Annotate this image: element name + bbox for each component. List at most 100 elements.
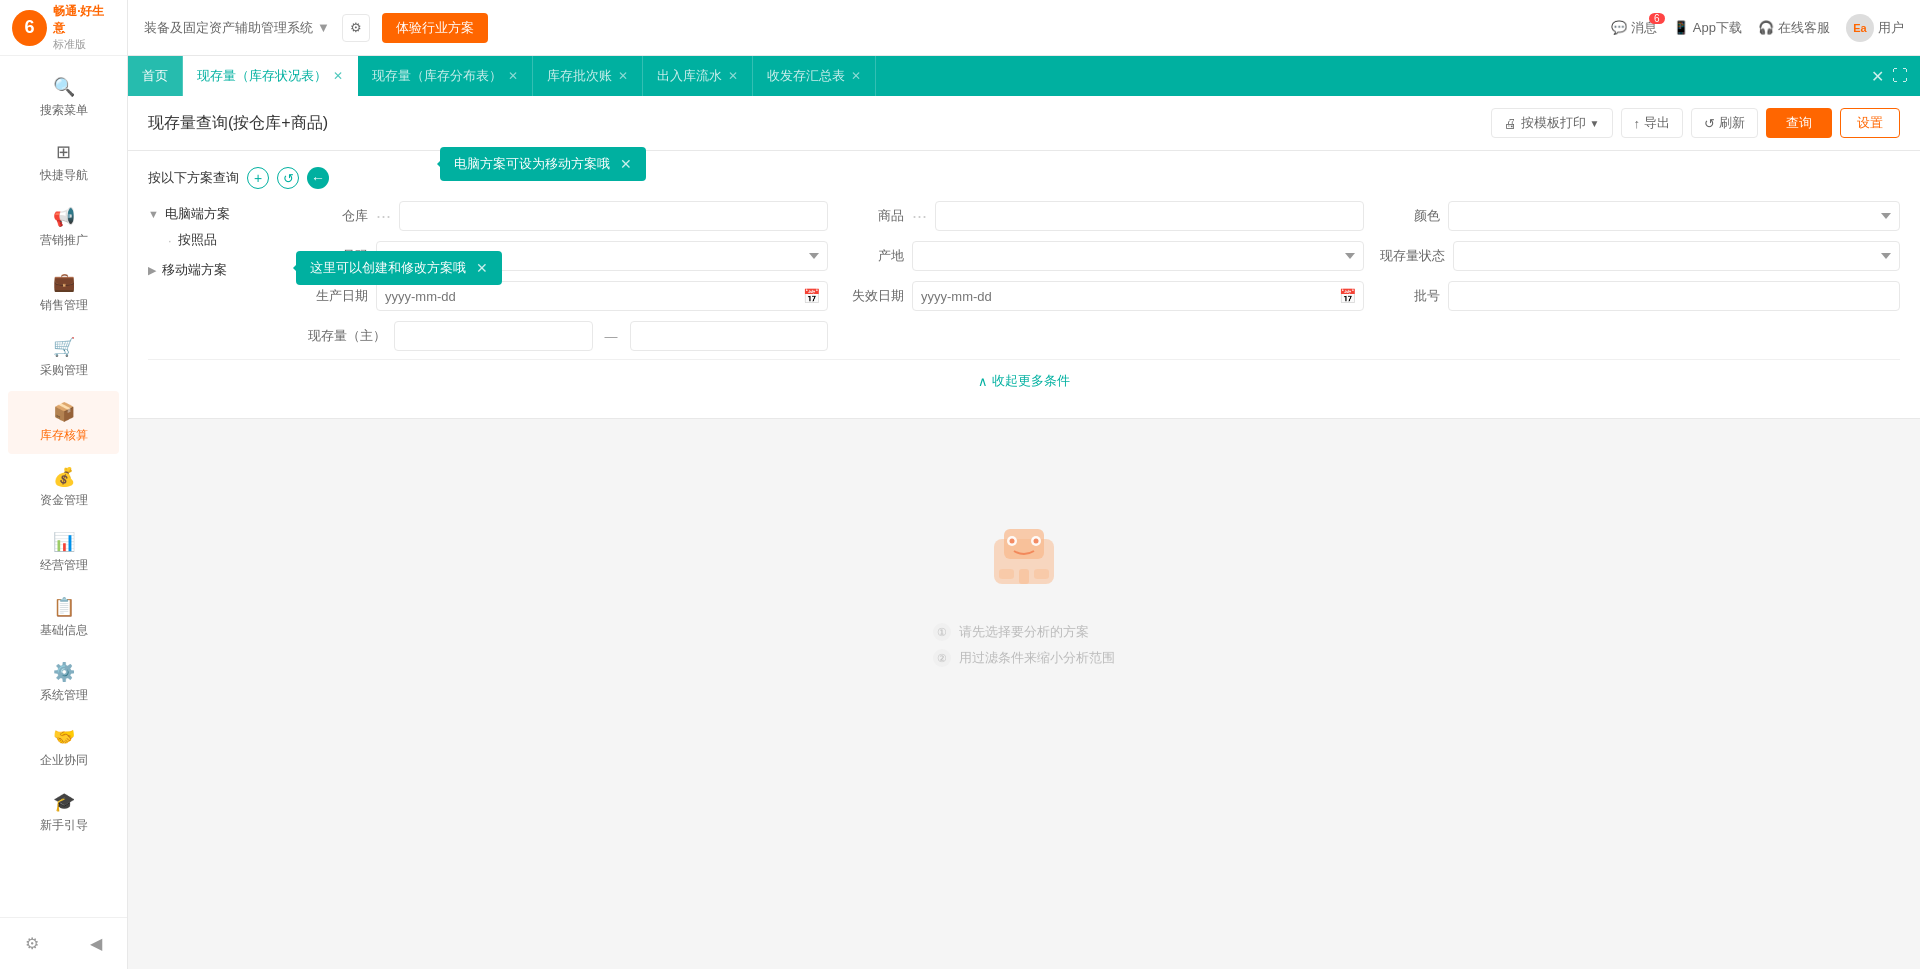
user-button[interactable]: Ea 用户 [1846, 14, 1904, 42]
sidebar-item-marketing[interactable]: 📢 营销推广 [8, 196, 119, 259]
goods-input[interactable] [935, 201, 1364, 231]
expire-date-from-input[interactable] [912, 281, 1364, 311]
page-actions: 🖨 按模板打印 ▼ ↑ 导出 ↺ 刷新 查询 设置 [1491, 108, 1900, 138]
tab-maximize-btn[interactable]: ⛶ [1892, 67, 1908, 85]
logo-line1: 畅通·好生意 [53, 3, 115, 37]
scheme-mobile[interactable]: ▶ 移动端方案 [148, 257, 288, 283]
system-selector[interactable]: 装备及固定资产辅助管理系统 ▼ [144, 19, 330, 37]
tab-inventory-dist[interactable]: 现存量（库存分布表） ✕ [358, 56, 533, 96]
system-name: 装备及固定资产辅助管理系统 [144, 19, 313, 37]
sidebar-item-enterprise-label: 企业协同 [40, 752, 88, 769]
tab-close-all-btn[interactable]: ✕ [1871, 67, 1884, 86]
page-title: 现存量查询(按仓库+商品) [148, 113, 328, 134]
tab-inventory-status-close[interactable]: ✕ [333, 69, 343, 83]
support-button[interactable]: 🎧 在线客服 [1758, 19, 1830, 37]
sidebar-item-enterprise[interactable]: 🤝 企业协同 [8, 716, 119, 779]
step2-num: ② [933, 649, 951, 667]
scheme-desktop-label: 电脑端方案 [165, 205, 230, 223]
header-right: 💬 6 消息 📱 App下载 🎧 在线客服 Ea 用户 [1611, 14, 1904, 42]
sidebar-item-inventory[interactable]: 📦 库存核算 [8, 391, 119, 454]
sidebar-item-sales[interactable]: 💼 销售管理 [8, 261, 119, 324]
tab-batch-ledger-close[interactable]: ✕ [618, 69, 628, 83]
filter-back-button[interactable]: ← [307, 167, 329, 189]
user-avatar: Ea [1846, 14, 1874, 42]
origin-select[interactable] [912, 241, 1364, 271]
stock-main-to-input[interactable] [630, 321, 829, 351]
tab-collect-summary[interactable]: 收发存汇总表 ✕ [753, 56, 876, 96]
tab-inventory-status[interactable]: 现存量（库存状况表） ✕ [183, 56, 358, 96]
tab-inventory-status-label: 现存量（库存状况表） [197, 67, 327, 85]
stock-status-label: 现存量状态 [1380, 247, 1445, 265]
color-select[interactable] [1448, 201, 1900, 231]
sidebar-item-search[interactable]: 🔍 搜索菜单 [8, 66, 119, 129]
filter-stock-status-field: 现存量状态 [1380, 241, 1900, 271]
sidebar-item-nav-label: 快捷导航 [40, 167, 88, 184]
sidebar-item-nav[interactable]: ⊞ 快捷导航 [8, 131, 119, 194]
trial-button[interactable]: 体验行业方案 [382, 13, 488, 43]
tab-inout-flow-close[interactable]: ✕ [728, 69, 738, 83]
print-button[interactable]: 🖨 按模板打印 ▼ [1491, 108, 1613, 138]
filter-stock-main-field: 现存量（主） — [308, 321, 828, 351]
tab-inout-flow[interactable]: 出入库流水 ✕ [643, 56, 753, 96]
set-button[interactable]: 设置 [1840, 108, 1900, 138]
tab-inventory-dist-label: 现存量（库存分布表） [372, 67, 502, 85]
sidebar-item-system-label: 系统管理 [40, 687, 88, 704]
tab-bar: 首页 现存量（库存状况表） ✕ 现存量（库存分布表） ✕ 库存批次账 ✕ 出入库… [128, 56, 1920, 96]
filter-refresh-button[interactable]: ↺ [277, 167, 299, 189]
finance-icon: 💰 [53, 466, 75, 488]
sidebar-item-basic[interactable]: 📋 基础信息 [8, 586, 119, 649]
tab-home[interactable]: 首页 [128, 56, 183, 96]
export-button[interactable]: ↑ 导出 [1621, 108, 1684, 138]
user-label: 用户 [1878, 19, 1904, 37]
print-arrow-icon: ▼ [1590, 118, 1600, 129]
scheme-desktop-sub-item[interactable]: · 按照品 [168, 227, 288, 253]
stock-status-select[interactable] [1453, 241, 1900, 271]
gear-button[interactable]: ⚙ [342, 14, 370, 42]
filter-more-btn[interactable]: ∧ 收起更多条件 [148, 359, 1900, 402]
batch-label: 批号 [1380, 287, 1440, 305]
chevron-down-icon: ▼ [317, 20, 330, 35]
expire-date-from-calendar-icon[interactable]: 📅 [1339, 288, 1356, 304]
prod-date-from-calendar-icon[interactable]: 📅 [803, 288, 820, 304]
sidebar-item-system[interactable]: ⚙️ 系统管理 [8, 651, 119, 714]
app-download-button[interactable]: 📱 App下载 [1673, 19, 1742, 37]
refresh-button[interactable]: ↺ 刷新 [1691, 108, 1758, 138]
scheme-popup-close[interactable]: ✕ [620, 156, 632, 172]
scheme-mobile-label: 移动端方案 [162, 261, 227, 279]
app-label: App下载 [1693, 19, 1742, 37]
logo-icon: 6 [12, 10, 47, 46]
sidebar-item-operation[interactable]: 📊 经营管理 [8, 521, 119, 584]
refresh-icon: ↺ [1704, 116, 1715, 131]
collapse-sidebar-btn[interactable]: ◀ [82, 930, 110, 957]
sidebar-item-newbie-label: 新手引导 [40, 817, 88, 834]
prod-date-from-input[interactable] [376, 281, 828, 311]
tab-inventory-dist-close[interactable]: ✕ [508, 69, 518, 83]
basic-icon: 📋 [53, 596, 75, 618]
sidebar-item-purchase[interactable]: 🛒 采购管理 [8, 326, 119, 389]
empty-step1: ① 请先选择要分析的方案 [933, 619, 1115, 645]
batch-input[interactable] [1448, 281, 1900, 311]
sidebar-item-finance[interactable]: 💰 资金管理 [8, 456, 119, 519]
logo-line2: 标准版 [53, 37, 115, 52]
tab-collect-summary-close[interactable]: ✕ [851, 69, 861, 83]
filter-expire-date-field: 失效日期 📅 [844, 281, 1364, 311]
settings-footer-btn[interactable]: ⚙ [17, 930, 47, 957]
svg-rect-8 [1034, 569, 1049, 579]
filter-row4: 现存量（主） — [308, 321, 1900, 351]
edit-popup-close[interactable]: ✕ [476, 260, 488, 276]
sidebar-item-newbie[interactable]: 🎓 新手引导 [8, 781, 119, 844]
filter-add-button[interactable]: + [247, 167, 269, 189]
goods-dots: ··· [912, 206, 927, 227]
stock-main-from-input[interactable] [394, 321, 593, 351]
warehouse-input[interactable] [399, 201, 828, 231]
tab-batch-ledger[interactable]: 库存批次账 ✕ [533, 56, 643, 96]
message-button[interactable]: 💬 6 消息 [1611, 19, 1657, 37]
scheme-desktop[interactable]: ▼ 电脑端方案 [148, 201, 288, 227]
export-icon: ↑ [1634, 116, 1641, 131]
purchase-icon: 🛒 [53, 336, 75, 358]
warehouse-dots: ··· [376, 206, 391, 227]
step2-label: 用过滤条件来缩小分析范围 [959, 645, 1115, 671]
svg-rect-6 [1019, 569, 1029, 584]
query-button[interactable]: 查询 [1766, 108, 1832, 138]
step1-label: 请先选择要分析的方案 [959, 619, 1089, 645]
